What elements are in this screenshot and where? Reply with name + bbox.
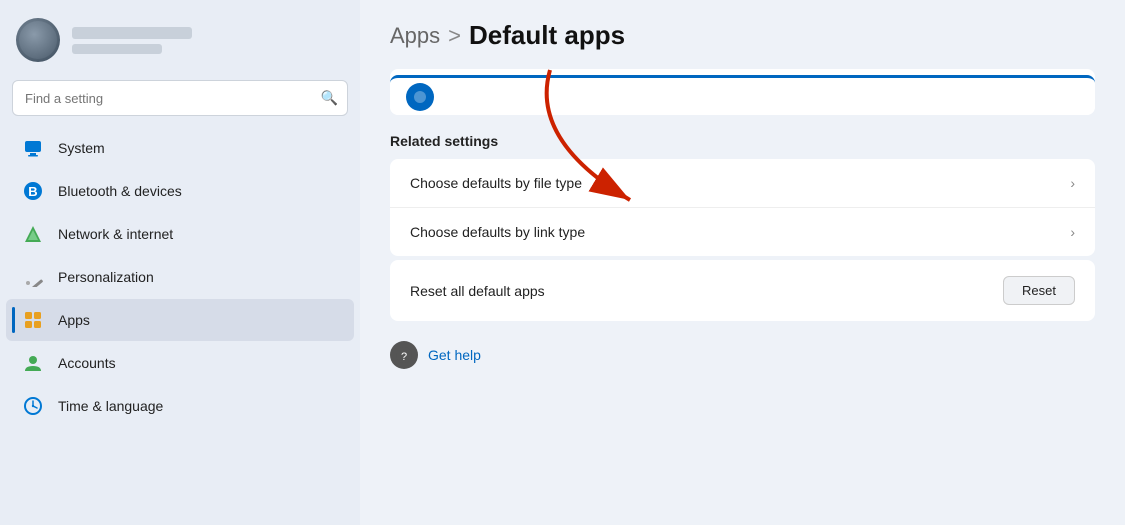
sidebar-item-bluetooth[interactable]: B Bluetooth & devices [6, 170, 354, 212]
breadcrumb-parent[interactable]: Apps [390, 23, 440, 49]
sidebar-item-network[interactable]: Network & internet [6, 213, 354, 255]
personalization-icon [22, 266, 44, 288]
apps-icon [22, 309, 44, 331]
sidebar-item-system-label: System [58, 140, 105, 156]
bluetooth-icon: B [22, 180, 44, 202]
link-type-chevron-icon: › [1070, 224, 1075, 240]
related-settings-heading: Related settings [390, 133, 1095, 149]
sidebar-item-apps-label: Apps [58, 312, 90, 328]
system-icon [22, 137, 44, 159]
reset-row: Reset all default apps Reset [390, 260, 1095, 321]
top-card-indicator [406, 83, 434, 111]
main-wrapper: Apps > Default apps Related settings Cho… [360, 0, 1125, 525]
svg-text:B: B [28, 184, 37, 199]
settings-card: Choose defaults by file type › Choose de… [390, 159, 1095, 256]
sidebar-item-network-label: Network & internet [58, 226, 173, 242]
sidebar-item-personalization-label: Personalization [58, 269, 154, 285]
link-type-row[interactable]: Choose defaults by link type › [390, 208, 1095, 256]
breadcrumb-separator: > [448, 23, 461, 49]
sidebar-item-personalization[interactable]: Personalization [6, 256, 354, 298]
accounts-icon [22, 352, 44, 374]
get-help-row[interactable]: ? Get help [390, 337, 1095, 373]
sidebar: 🔍 System B Bluetooth & devices [0, 0, 360, 525]
sidebar-item-apps[interactable]: Apps [6, 299, 354, 341]
get-help-label[interactable]: Get help [428, 347, 481, 363]
breadcrumb-current: Default apps [469, 20, 625, 51]
get-help-icon: ? [390, 341, 418, 369]
sidebar-nav: System B Bluetooth & devices Network & i… [0, 126, 360, 428]
sidebar-item-system[interactable]: System [6, 127, 354, 169]
search-box[interactable]: 🔍 [12, 80, 348, 116]
profile-email [72, 44, 162, 54]
link-type-label: Choose defaults by link type [410, 224, 585, 240]
profile-section [0, 0, 360, 76]
main-content: Apps > Default apps Related settings Cho… [360, 0, 1125, 525]
sidebar-item-time-label: Time & language [58, 398, 163, 414]
time-icon [22, 395, 44, 417]
top-card-partial [390, 69, 1095, 115]
profile-info [72, 27, 192, 54]
reset-card: Reset all default apps Reset [390, 260, 1095, 321]
file-type-row[interactable]: Choose defaults by file type › [390, 159, 1095, 208]
search-input[interactable] [12, 80, 348, 116]
network-icon [22, 223, 44, 245]
svg-text:?: ? [401, 351, 407, 363]
sidebar-item-bluetooth-label: Bluetooth & devices [58, 183, 182, 199]
reset-button[interactable]: Reset [1003, 276, 1075, 305]
reset-label: Reset all default apps [410, 283, 545, 299]
profile-name [72, 27, 192, 39]
file-type-label: Choose defaults by file type [410, 175, 582, 191]
sidebar-item-accounts[interactable]: Accounts [6, 342, 354, 384]
sidebar-item-time[interactable]: Time & language [6, 385, 354, 427]
avatar [16, 18, 60, 62]
sidebar-item-accounts-label: Accounts [58, 355, 116, 371]
file-type-chevron-icon: › [1070, 175, 1075, 191]
breadcrumb: Apps > Default apps [390, 20, 1095, 51]
